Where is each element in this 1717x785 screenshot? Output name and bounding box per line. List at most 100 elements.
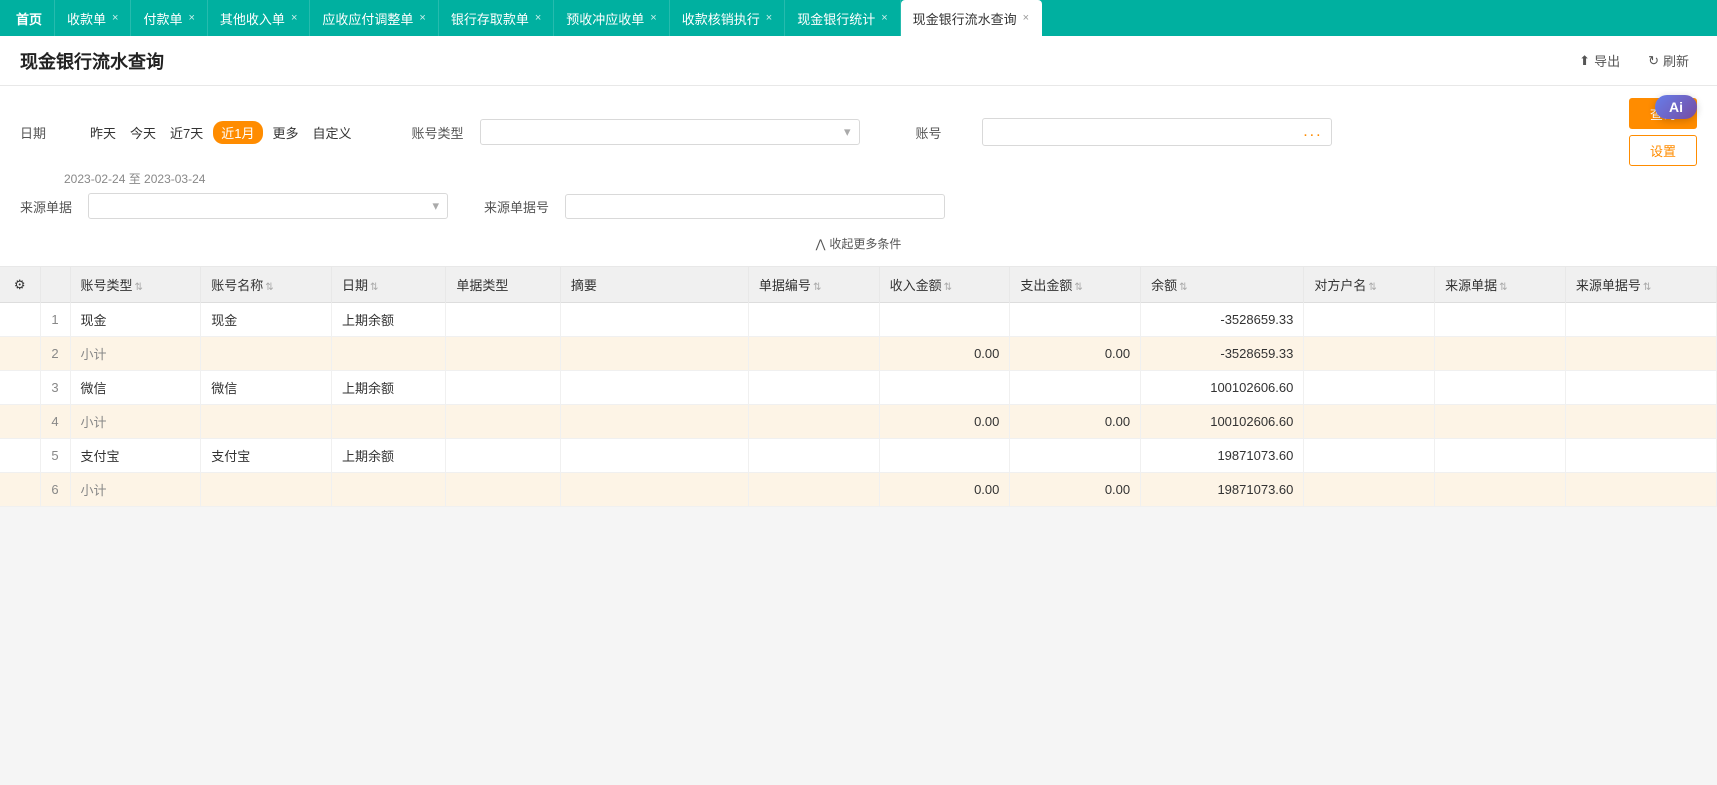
td-balance: 19871073.60 — [1141, 439, 1304, 473]
filter-area: 日期 昨天 今天 近7天 近1月 更多 自定义 账号类型 ▾ 账号 ... 查询… — [0, 86, 1717, 267]
close-icon[interactable]: × — [881, 12, 887, 24]
th-counterpart[interactable]: 对方户名⇅ — [1304, 267, 1435, 303]
th-gear[interactable]: ⚙ — [0, 267, 40, 303]
settings-button[interactable]: 设置 — [1629, 135, 1697, 166]
date-label: 日期 — [20, 123, 70, 142]
shortcut-more[interactable]: 更多 — [269, 121, 303, 144]
th-balance[interactable]: 余额⇅ — [1141, 267, 1304, 303]
shortcut-7days[interactable]: 近7天 — [166, 121, 207, 144]
td-source-doc-num — [1565, 371, 1716, 405]
nav-home[interactable]: 首页 — [4, 0, 55, 36]
nav-tab-2[interactable]: 其他收入单 × — [208, 0, 310, 36]
td-account-name — [201, 337, 332, 371]
ai-badge[interactable]: Ai — [1655, 95, 1697, 119]
filter-row-2: 来源单据 ▾ 来源单据号 — [20, 193, 1697, 219]
th-source-doc[interactable]: 来源单据⇅ — [1435, 267, 1566, 303]
td-source-doc-num — [1565, 405, 1716, 439]
td-source-doc-num — [1565, 473, 1716, 507]
source-doc-num-input[interactable] — [565, 194, 945, 219]
account-type-label: 账号类型 — [412, 123, 464, 142]
th-expense[interactable]: 支出金额⇅ — [1010, 267, 1141, 303]
nav-tab-0[interactable]: 收款单 × — [55, 0, 131, 36]
close-icon[interactable]: × — [535, 12, 541, 24]
page-header: 现金银行流水查询 ⬆ 导出 ↻ 刷新 — [0, 36, 1717, 86]
account-dots-button[interactable]: ... — [1303, 123, 1322, 141]
th-summary: 摘要 — [560, 267, 748, 303]
td-source-doc — [1435, 303, 1566, 337]
th-account-name[interactable]: 账号名称⇅ — [201, 267, 332, 303]
td-balance: 100102606.60 — [1141, 405, 1304, 439]
td-expense — [1010, 371, 1141, 405]
td-index: 3 — [40, 371, 70, 405]
close-icon[interactable]: × — [766, 12, 772, 24]
td-doc-type — [446, 303, 560, 337]
nav-tab-4[interactable]: 银行存取款单 × — [439, 0, 554, 36]
td-date — [331, 473, 445, 507]
export-button[interactable]: ⬆ 导出 — [1571, 47, 1628, 74]
td-source-doc — [1435, 337, 1566, 371]
shortcut-custom[interactable]: 自定义 — [309, 121, 356, 144]
td-index: 6 — [40, 473, 70, 507]
td-gear — [0, 303, 40, 337]
td-index: 2 — [40, 337, 70, 371]
td-expense: 0.00 — [1010, 473, 1141, 507]
th-source-doc-num[interactable]: 来源单据号⇅ — [1565, 267, 1716, 303]
nav-tab-7[interactable]: 现金银行统计 × — [785, 0, 900, 36]
close-icon[interactable]: × — [650, 12, 656, 24]
td-doc-number — [748, 371, 879, 405]
td-date: 上期余额 — [331, 303, 445, 337]
account-input-wrap: ... — [982, 118, 1332, 146]
td-source-doc — [1435, 439, 1566, 473]
td-gear — [0, 439, 40, 473]
td-summary — [560, 439, 748, 473]
table-row: 6小计0.000.0019871073.60 — [0, 473, 1717, 507]
td-counterpart — [1304, 337, 1435, 371]
close-icon[interactable]: × — [112, 12, 118, 24]
th-doc-type: 单据类型 — [446, 267, 560, 303]
close-icon[interactable]: × — [419, 12, 425, 24]
td-source-doc-num — [1565, 337, 1716, 371]
nav-tab-6[interactable]: 收款核销执行 × — [670, 0, 785, 36]
td-account-type: 支付宝 — [70, 439, 201, 473]
td-date: 上期余额 — [331, 439, 445, 473]
account-type-select[interactable]: ▾ — [480, 119, 860, 145]
th-account-type[interactable]: 账号类型⇅ — [70, 267, 201, 303]
shortcut-today[interactable]: 今天 — [126, 121, 160, 144]
close-icon[interactable]: × — [188, 12, 194, 24]
td-counterpart — [1304, 405, 1435, 439]
td-account-name: 支付宝 — [201, 439, 332, 473]
td-account-type: 现金 — [70, 303, 201, 337]
header-actions: ⬆ 导出 ↻ 刷新 — [1571, 47, 1697, 74]
nav-tab-8[interactable]: 现金银行流水查询 × — [901, 0, 1042, 36]
table-row: 5支付宝支付宝上期余额19871073.60 — [0, 439, 1717, 473]
table-header-row: ⚙ 账号类型⇅ 账号名称⇅ 日期⇅ 单据类型 摘要 单据编号⇅ 收入金额⇅ 支出… — [0, 267, 1717, 303]
td-index: 5 — [40, 439, 70, 473]
shortcut-yesterday[interactable]: 昨天 — [86, 121, 120, 144]
td-doc-number — [748, 303, 879, 337]
nav-tab-3[interactable]: 应收应付调整单 × — [310, 0, 438, 36]
nav-tab-1[interactable]: 付款单 × — [131, 0, 207, 36]
close-icon[interactable]: × — [291, 12, 297, 24]
td-doc-type — [446, 473, 560, 507]
collapse-bar[interactable]: ⋀ 收起更多条件 — [20, 229, 1697, 254]
td-doc-number — [748, 337, 879, 371]
date-range-display: 2023-02-24 至 2023-03-24 — [64, 172, 205, 186]
source-doc-select[interactable]: ▾ — [88, 193, 448, 219]
td-counterpart — [1304, 371, 1435, 405]
th-income[interactable]: 收入金额⇅ — [879, 267, 1010, 303]
source-doc-label: 来源单据 — [20, 197, 72, 216]
refresh-button[interactable]: ↻ 刷新 — [1640, 47, 1697, 74]
close-icon[interactable]: × — [1023, 12, 1029, 24]
td-source-doc — [1435, 405, 1566, 439]
td-source-doc — [1435, 371, 1566, 405]
td-income: 0.00 — [879, 473, 1010, 507]
td-account-type: 小计 — [70, 337, 201, 371]
page-title: 现金银行流水查询 — [20, 48, 164, 74]
th-doc-number[interactable]: 单据编号⇅ — [748, 267, 879, 303]
source-doc-num-label: 来源单据号 — [484, 197, 549, 216]
shortcut-1month[interactable]: 近1月 — [213, 121, 262, 144]
td-summary — [560, 371, 748, 405]
th-date[interactable]: 日期⇅ — [331, 267, 445, 303]
nav-tab-5[interactable]: 预收冲应收单 × — [554, 0, 669, 36]
table-row: 4小计0.000.00100102606.60 — [0, 405, 1717, 439]
